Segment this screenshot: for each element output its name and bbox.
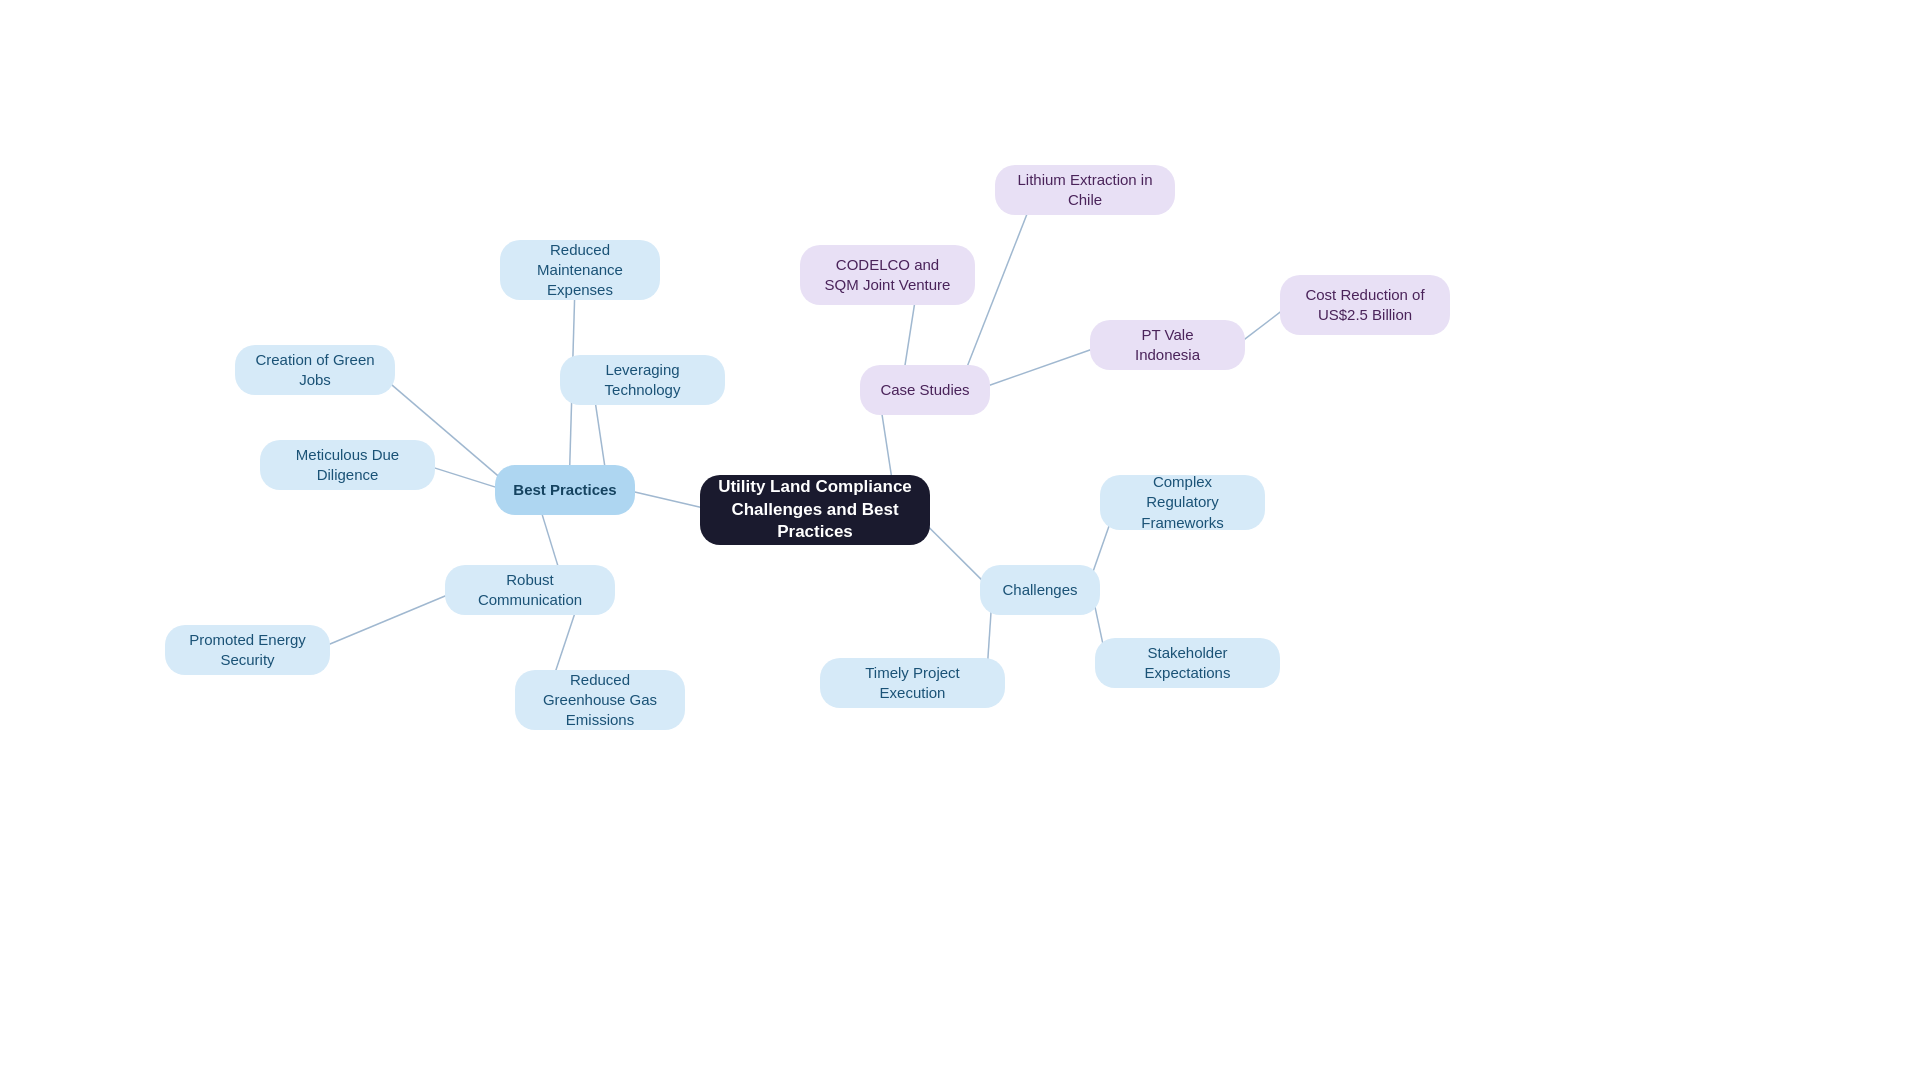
node-leveragingTech: Leveraging Technology bbox=[560, 355, 725, 405]
node-challenges: Challenges bbox=[980, 565, 1100, 615]
svg-line-10 bbox=[966, 210, 1029, 371]
svg-line-5 bbox=[542, 514, 558, 567]
node-greenJobs: Creation of Green Jobs bbox=[235, 345, 395, 395]
mind-map-connections bbox=[0, 0, 1920, 1083]
node-caseStudies: Case Studies bbox=[860, 365, 990, 415]
node-ptVale: PT Vale Indonesia bbox=[1090, 320, 1245, 370]
node-lithiumExtraction: Lithium Extraction in Chile bbox=[995, 165, 1175, 215]
svg-line-11 bbox=[905, 304, 915, 367]
node-meticulousDue: Meticulous Due Diligence bbox=[260, 440, 435, 490]
svg-line-12 bbox=[989, 350, 1091, 386]
node-timelyProject: Timely Project Execution bbox=[820, 658, 1005, 708]
svg-line-2 bbox=[923, 522, 983, 582]
node-reducedMaintenance: Reduced Maintenance Expenses bbox=[500, 240, 660, 300]
svg-line-0 bbox=[635, 492, 701, 507]
node-center: Utility Land Compliance Challenges and B… bbox=[700, 475, 930, 545]
svg-line-13 bbox=[1243, 311, 1281, 340]
node-robustComm: Robust Communication bbox=[445, 565, 615, 615]
node-reducedGHG: Reduced Greenhouse Gas Emissions bbox=[515, 670, 685, 730]
svg-line-9 bbox=[434, 468, 495, 487]
node-bestPractices: Best Practices bbox=[495, 465, 635, 515]
svg-line-1 bbox=[881, 408, 893, 484]
node-promotedEnergy: Promoted Energy Security bbox=[165, 625, 330, 675]
node-codelco: CODELCO and SQM Joint Venture bbox=[800, 245, 975, 305]
svg-line-6 bbox=[554, 611, 575, 675]
node-costReduction: Cost Reduction of US$2.5 Billion bbox=[1280, 275, 1450, 335]
svg-line-7 bbox=[328, 595, 447, 645]
node-complexRegulatory: Complex Regulatory Frameworks bbox=[1100, 475, 1265, 530]
svg-line-4 bbox=[595, 400, 605, 469]
node-stakeholderExp: Stakeholder Expectations bbox=[1095, 638, 1280, 688]
